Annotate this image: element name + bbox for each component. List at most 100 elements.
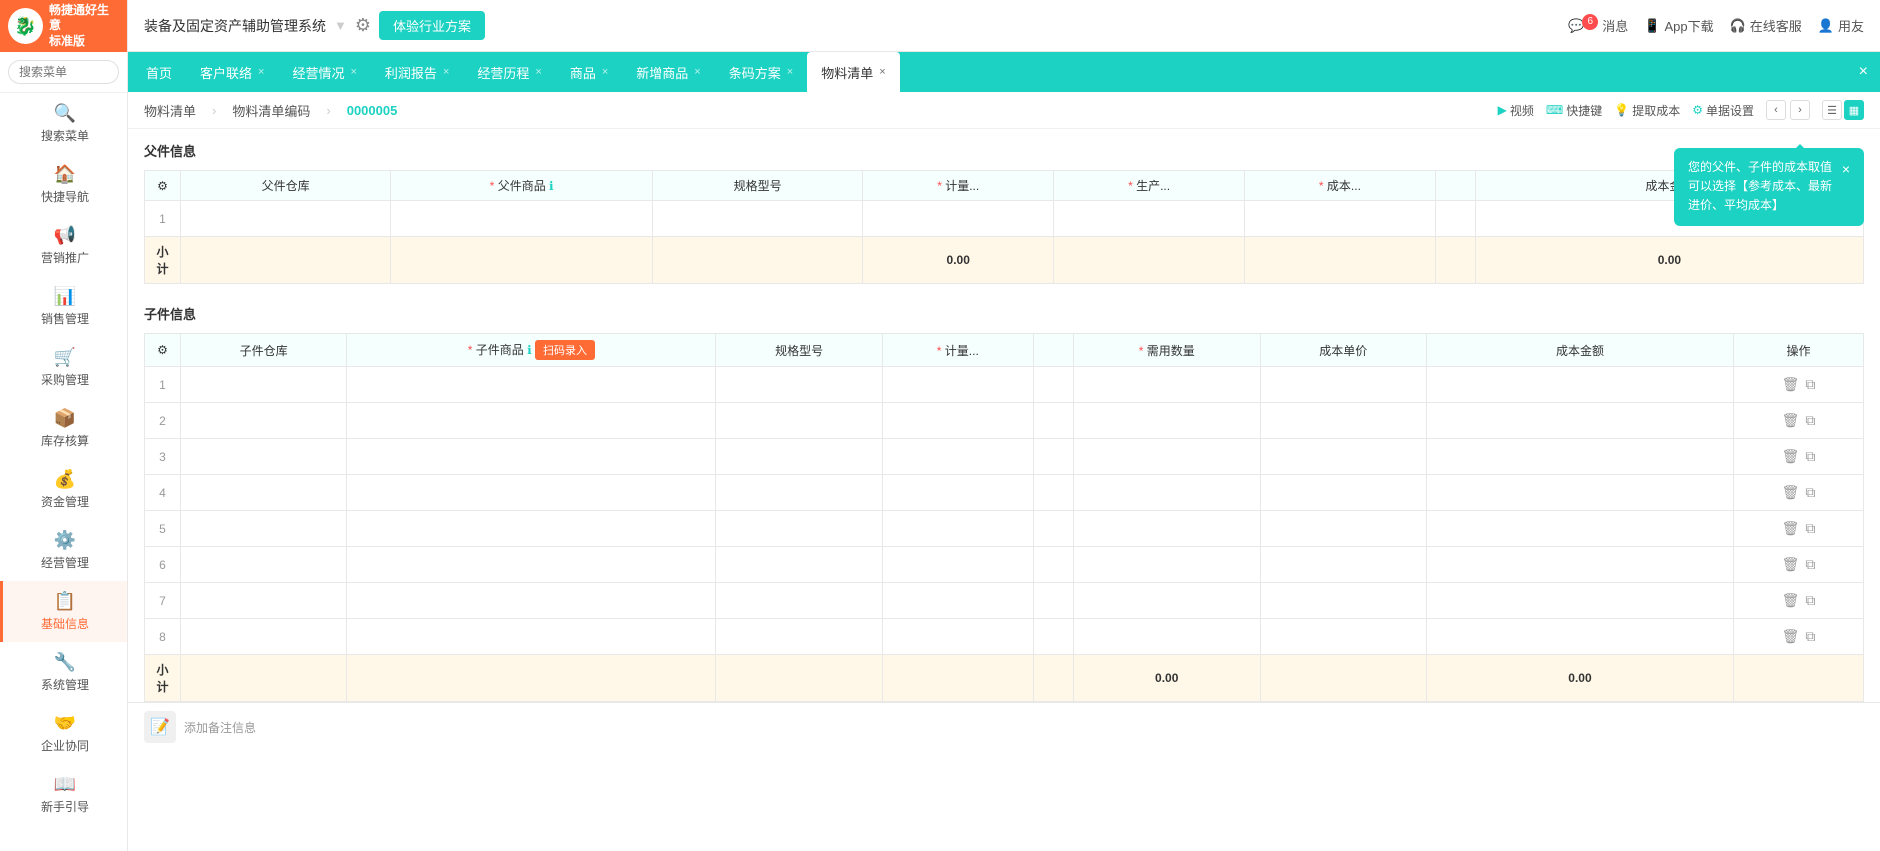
child-warehouse-8[interactable]: [181, 619, 347, 655]
copy-icon-3[interactable]: ⧉: [1805, 448, 1815, 465]
sidebar-item-inventory[interactable]: 📦 库存核算: [0, 398, 127, 459]
extract-cost-action[interactable]: 💡 提取成本: [1614, 102, 1680, 119]
copy-icon-7[interactable]: ⧉: [1805, 592, 1815, 609]
view-toggle[interactable]: ☰ ▦: [1822, 100, 1864, 120]
delete-icon-3[interactable]: 🗑: [1782, 448, 1800, 465]
child-warehouse-3[interactable]: [181, 439, 347, 475]
copy-icon-5[interactable]: ⧉: [1805, 520, 1815, 537]
sidebar-item-guide[interactable]: 📖 新手引导: [0, 764, 127, 825]
child-goods-7[interactable]: [347, 583, 716, 619]
child-goods-5[interactable]: [347, 511, 716, 547]
child-unit-5[interactable]: [882, 511, 1033, 547]
child-warehouse-4[interactable]: [181, 475, 347, 511]
child-cost-amount-3[interactable]: [1426, 439, 1733, 475]
sidebar-item-enterprise[interactable]: 🤝 企业协同: [0, 703, 127, 764]
child-cost-amount-7[interactable]: [1426, 583, 1733, 619]
copy-icon-1[interactable]: ⧉: [1805, 376, 1815, 393]
scan-button[interactable]: 扫码录入: [535, 340, 595, 360]
child-spec-3[interactable]: [716, 439, 882, 475]
message-button[interactable]: 💬 6 消息: [1568, 16, 1628, 35]
sidebar-item-purchase[interactable]: 🛒 采购管理: [0, 337, 127, 398]
child-warehouse-5[interactable]: [181, 511, 347, 547]
tab-history-close[interactable]: ×: [535, 66, 541, 78]
child-goods-8[interactable]: [347, 619, 716, 655]
user-button[interactable]: 👤 用友: [1818, 16, 1864, 35]
child-unit-6[interactable]: [882, 547, 1033, 583]
delete-icon-8[interactable]: 🗑: [1782, 628, 1800, 645]
tab-barcode-close[interactable]: ×: [787, 66, 793, 78]
prev-arrow[interactable]: ‹: [1766, 100, 1786, 120]
parent-warehouse-1[interactable]: [181, 201, 391, 237]
delete-icon-1[interactable]: 🗑: [1782, 376, 1800, 393]
copy-icon-6[interactable]: ⧉: [1805, 556, 1815, 573]
child-unit-7[interactable]: [882, 583, 1033, 619]
child-spec-1[interactable]: [716, 367, 882, 403]
delete-icon-5[interactable]: 🗑: [1782, 520, 1800, 537]
child-unit-cost-8[interactable]: [1260, 619, 1426, 655]
tab-operations-close[interactable]: ×: [350, 66, 356, 78]
single-settings-action[interactable]: ⚙ 单据设置: [1692, 102, 1754, 119]
parent-col-settings[interactable]: ⚙: [145, 171, 181, 201]
child-unit-8[interactable]: [882, 619, 1033, 655]
child-quantity-2[interactable]: [1073, 403, 1260, 439]
search-input[interactable]: [8, 60, 119, 84]
video-action[interactable]: ▶ 视频: [1498, 102, 1534, 119]
child-cost-amount-4[interactable]: [1426, 475, 1733, 511]
child-spec-8[interactable]: [716, 619, 882, 655]
sidebar-item-search[interactable]: 🔍 搜索菜单: [0, 93, 127, 154]
child-warehouse-2[interactable]: [181, 403, 347, 439]
sidebar-item-quick-nav[interactable]: 🏠 快捷导航: [0, 154, 127, 215]
child-unit-3[interactable]: [882, 439, 1033, 475]
online-service-button[interactable]: 🎧 在线客服: [1730, 16, 1802, 35]
tab-operations[interactable]: 经营情况 ×: [278, 52, 370, 92]
child-goods-2[interactable]: [347, 403, 716, 439]
child-unit-cost-6[interactable]: [1260, 547, 1426, 583]
sidebar-item-operations[interactable]: ⚙️ 经营管理: [0, 520, 127, 581]
parent-spec-1[interactable]: [653, 201, 863, 237]
child-unit-cost-3[interactable]: [1260, 439, 1426, 475]
copy-icon-2[interactable]: ⧉: [1805, 412, 1815, 429]
delete-icon-6[interactable]: 🗑: [1782, 556, 1800, 573]
trial-button[interactable]: 体验行业方案: [379, 11, 485, 40]
child-goods-3[interactable]: [347, 439, 716, 475]
child-cost-amount-5[interactable]: [1426, 511, 1733, 547]
child-goods-1[interactable]: [347, 367, 716, 403]
parent-production-1[interactable]: [1054, 201, 1245, 237]
child-quantity-8[interactable]: [1073, 619, 1260, 655]
tab-bom[interactable]: 物料清单 ×: [807, 52, 899, 92]
close-all-tabs[interactable]: ×: [1851, 63, 1876, 81]
tab-goods-close[interactable]: ×: [602, 66, 608, 78]
sidebar-item-marketing[interactable]: 📢 营销推广: [0, 215, 127, 276]
tab-customer-close[interactable]: ×: [258, 66, 264, 78]
delete-icon-4[interactable]: 🗑: [1782, 484, 1800, 501]
parent-cost-1[interactable]: [1245, 201, 1436, 237]
tab-barcode[interactable]: 条码方案 ×: [715, 52, 807, 92]
child-unit-4[interactable]: [882, 475, 1033, 511]
child-quantity-6[interactable]: [1073, 547, 1260, 583]
parent-goods-1[interactable]: [391, 201, 653, 237]
tooltip-close[interactable]: ×: [1842, 158, 1850, 180]
child-cost-amount-2[interactable]: [1426, 403, 1733, 439]
sidebar-item-finance[interactable]: 💰 资金管理: [0, 459, 127, 520]
tab-history[interactable]: 经营历程 ×: [463, 52, 555, 92]
sidebar-item-sales[interactable]: 📊 销售管理: [0, 276, 127, 337]
settings-icon[interactable]: ⚙: [355, 15, 371, 36]
child-cost-amount-6[interactable]: [1426, 547, 1733, 583]
goods-info-icon[interactable]: ℹ: [549, 179, 554, 193]
child-quantity-1[interactable]: [1073, 367, 1260, 403]
child-spec-4[interactable]: [716, 475, 882, 511]
child-goods-6[interactable]: [347, 547, 716, 583]
next-arrow[interactable]: ›: [1790, 100, 1810, 120]
tab-customer[interactable]: 客户联络 ×: [186, 52, 278, 92]
child-quantity-5[interactable]: [1073, 511, 1260, 547]
delete-icon-7[interactable]: 🗑: [1782, 592, 1800, 609]
copy-icon-4[interactable]: ⧉: [1805, 484, 1815, 501]
breadcrumb-bom-list[interactable]: 物料清单: [144, 101, 196, 120]
child-warehouse-1[interactable]: [181, 367, 347, 403]
parent-unit-1[interactable]: [863, 201, 1054, 237]
breadcrumb-bom-code[interactable]: 物料清单编码: [232, 101, 310, 120]
sidebar-item-system[interactable]: 🔧 系统管理: [0, 642, 127, 703]
child-cost-amount-8[interactable]: [1426, 619, 1733, 655]
tab-new-goods[interactable]: 新增商品 ×: [622, 52, 714, 92]
child-unit-cost-7[interactable]: [1260, 583, 1426, 619]
